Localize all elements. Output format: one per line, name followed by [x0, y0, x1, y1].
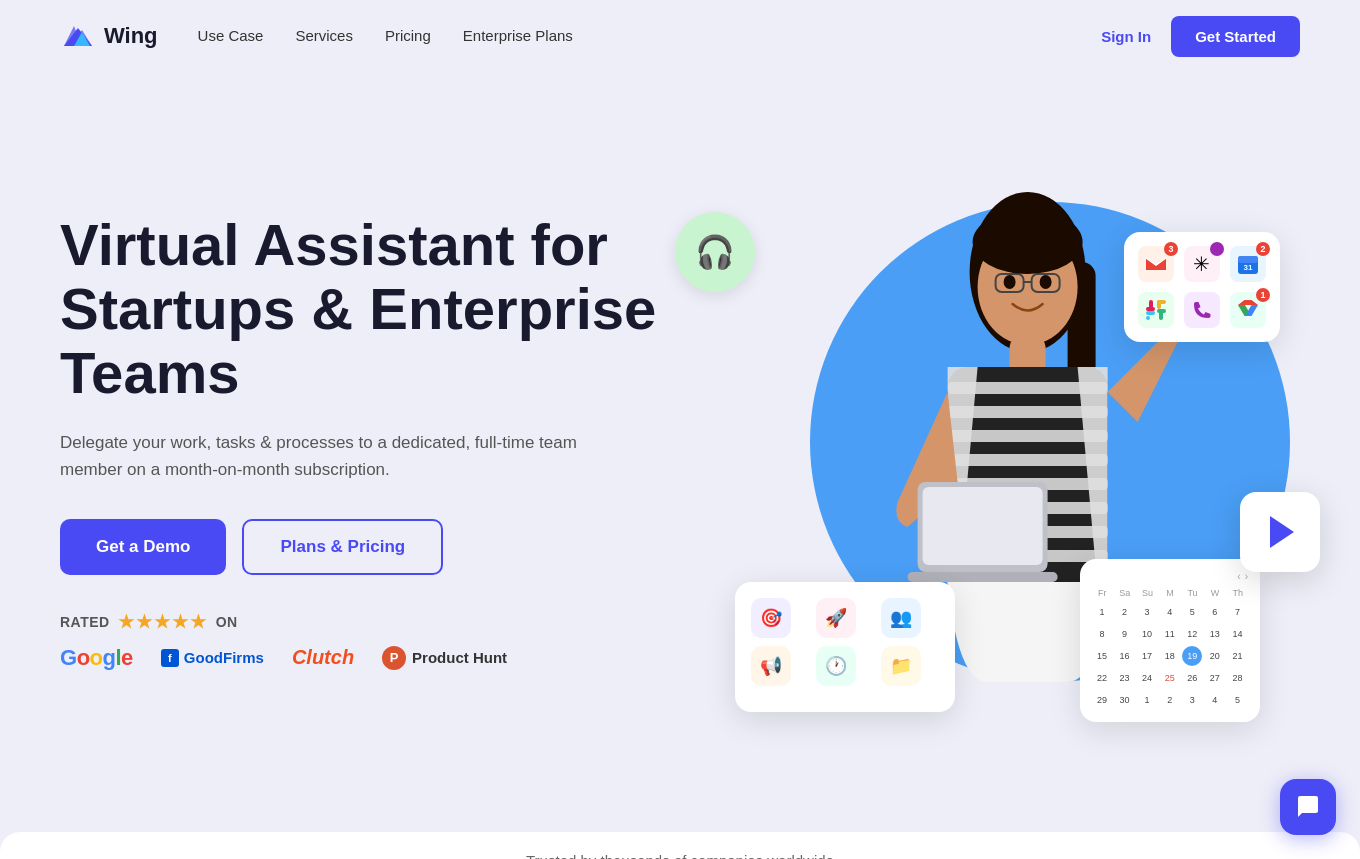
calendar-days: 1 2 3 4 5 6 7 8 9 10 11 12 13 14 15 16 1… — [1092, 602, 1248, 710]
chat-button[interactable] — [1280, 779, 1336, 835]
svg-rect-31 — [1146, 311, 1155, 315]
dash-icon-rocket: 🚀 — [816, 598, 856, 638]
hero-left: Virtual Assistant for Startups & Enterpr… — [60, 213, 705, 671]
plans-pricing-button[interactable]: Plans & Pricing — [242, 519, 443, 575]
get-started-button[interactable]: Get Started — [1171, 16, 1300, 57]
hero-section: Virtual Assistant for Startups & Enterpr… — [0, 72, 1360, 832]
producthunt-logo: P Product Hunt — [382, 646, 507, 670]
svg-rect-21 — [908, 572, 1058, 582]
rated-on-label: ON — [216, 614, 238, 630]
dash-icon-target: 🎯 — [751, 598, 791, 638]
apps-widget: 3 ✳ 31 2 — [1124, 232, 1280, 342]
rated-section: RATED ★★★★★ ON Google f GoodFirms Clutch — [60, 611, 705, 671]
clutch-logo: Clutch — [292, 646, 354, 669]
calendar-widget: ‹ › Fr Sa Su M Tu W Th 1 2 3 4 5 6 7 8 — [1080, 559, 1260, 722]
chat-icon — [1295, 794, 1321, 820]
spark-badge — [1210, 242, 1224, 256]
nav-use-case[interactable]: Use Case — [198, 27, 264, 44]
dash-icon-users: 👥 — [881, 598, 921, 638]
svg-rect-28 — [1157, 309, 1166, 313]
calendar-nav: ‹ › — [1092, 571, 1248, 582]
svg-point-13 — [1004, 275, 1016, 289]
svg-point-14 — [1040, 275, 1052, 289]
google-logo: Google — [60, 645, 133, 671]
calendar-day-headers: Fr Sa Su M Tu W Th — [1092, 588, 1248, 598]
rated-label: RATED — [60, 614, 110, 630]
nav-pricing[interactable]: Pricing — [385, 27, 431, 44]
headset-bubble: 🎧 — [675, 212, 755, 292]
logo-text: Wing — [104, 23, 158, 49]
app-spark: ✳ — [1184, 246, 1220, 282]
svg-rect-26 — [1146, 307, 1155, 311]
svg-rect-30 — [1157, 300, 1166, 304]
nav-services[interactable]: Services — [295, 27, 353, 44]
app-drive: 1 — [1230, 292, 1266, 328]
goodfirms-text: GoodFirms — [184, 649, 264, 666]
cal-chevron-left[interactable]: ‹ — [1237, 571, 1240, 582]
svg-text:31: 31 — [1244, 263, 1253, 272]
svg-rect-23 — [1238, 256, 1258, 263]
play-triangle-icon — [1270, 516, 1294, 548]
svg-point-18 — [973, 210, 1083, 274]
sign-in-link[interactable]: Sign In — [1101, 28, 1151, 45]
svg-rect-20 — [923, 487, 1043, 565]
producthunt-text: Product Hunt — [412, 649, 507, 666]
svg-rect-32 — [1146, 316, 1150, 320]
dash-icon-folder: 📁 — [881, 646, 921, 686]
nav-enterprise[interactable]: Enterprise Plans — [463, 27, 573, 44]
nav-links: Use Case Services Pricing Enterprise Pla… — [198, 27, 573, 45]
brand-logos-row: Google f GoodFirms Clutch P Product Hunt — [60, 645, 705, 671]
drive-badge: 1 — [1256, 288, 1270, 302]
logo-link[interactable]: Wing — [60, 18, 158, 54]
dashboard-widget: 🎯 🚀 👥 📢 🕐 📁 — [735, 582, 955, 712]
app-calendar: 31 2 — [1230, 246, 1266, 282]
rated-row: RATED ★★★★★ ON — [60, 611, 705, 633]
cal-chevron-right[interactable]: › — [1245, 571, 1248, 582]
dash-icon-clock: 🕐 — [816, 646, 856, 686]
hero-subtitle: Delegate your work, tasks & processes to… — [60, 429, 580, 483]
trusted-text: Trusted by thousands of companies worldw… — [60, 852, 1300, 859]
navbar: Wing Use Case Services Pricing Enterpris… — [0, 0, 1360, 72]
app-phone — [1184, 292, 1220, 328]
goodfirms-logo: f GoodFirms — [161, 649, 264, 667]
dash-icon-megaphone: 📢 — [751, 646, 791, 686]
gmail-badge: 3 — [1164, 242, 1178, 256]
trusted-section: Trusted by thousands of companies worldw… — [0, 832, 1360, 859]
cal-badge: 2 — [1256, 242, 1270, 256]
hero-illustration: 🎧 — [705, 132, 1300, 752]
play-button[interactable] — [1240, 492, 1320, 572]
hero-buttons: Get a Demo Plans & Pricing — [60, 519, 705, 575]
hero-title: Virtual Assistant for Startups & Enterpr… — [60, 213, 705, 404]
app-gmail: 3 — [1138, 246, 1174, 282]
wing-logo-icon — [60, 18, 96, 54]
app-slack — [1138, 292, 1174, 328]
producthunt-icon: P — [382, 646, 406, 670]
star-rating: ★★★★★ — [118, 611, 208, 633]
svg-rect-7 — [948, 454, 1108, 466]
dash-icons-grid: 🎯 🚀 👥 📢 🕐 📁 — [751, 598, 939, 686]
get-demo-button[interactable]: Get a Demo — [60, 519, 226, 575]
goodfirms-icon: f — [161, 649, 179, 667]
